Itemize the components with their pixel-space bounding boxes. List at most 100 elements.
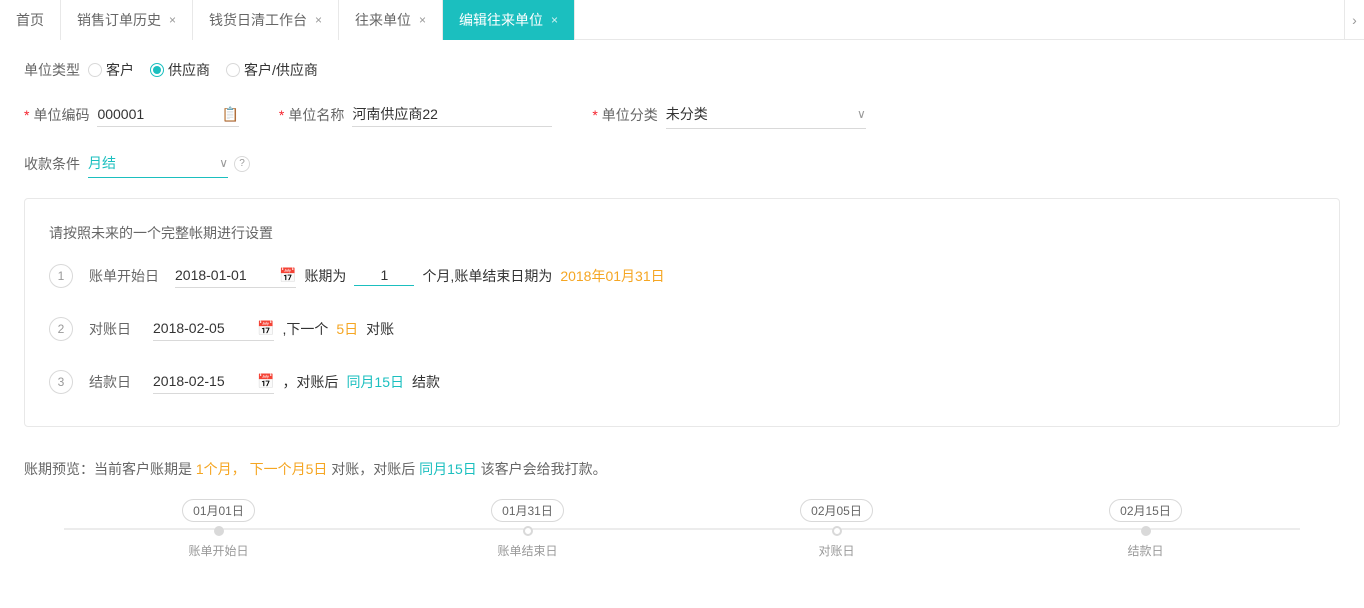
- code-item: * 单位编码 📋: [24, 102, 239, 127]
- date-input-2[interactable]: [153, 316, 253, 340]
- row-content-3: 📅 ，对账后 同月15日 结款: [153, 369, 440, 394]
- date-input-1[interactable]: [175, 263, 275, 287]
- name-input[interactable]: [352, 102, 552, 127]
- tab-partner[interactable]: 往来单位 ×: [339, 0, 443, 40]
- payment-row: 收款条件 月结 ∨ ?: [24, 149, 1340, 178]
- radio-supplier-label: 供应商: [168, 60, 210, 80]
- timeline-badge-4: 02月15日: [1109, 499, 1182, 522]
- date-input-3-wrapper: 📅: [153, 369, 274, 394]
- timeline-caption-3: 对账日: [818, 542, 854, 559]
- calendar-icon-1[interactable]: 📅: [279, 267, 296, 284]
- category-label: 单位分类: [602, 105, 658, 125]
- calendar-icon-2[interactable]: 📅: [257, 320, 274, 337]
- row-label-2: 对账日: [89, 319, 137, 339]
- preview-item3: 同月15日: [419, 461, 477, 477]
- tab-cash-work[interactable]: 钱货日清工作台 ×: [193, 0, 339, 40]
- row-2-suffix: 对账: [366, 319, 394, 339]
- unit-type-item: 单位类型 客户 供应商 客户/供应商: [24, 60, 318, 80]
- category-dropdown[interactable]: 未分类 ∨: [666, 100, 866, 129]
- unit-type-radio-group: 客户 供应商 客户/供应商: [88, 60, 318, 80]
- timeline-caption-2: 账单结束日: [497, 542, 557, 559]
- name-required: *: [279, 107, 284, 123]
- tab-partner-close[interactable]: ×: [419, 13, 426, 27]
- timeline-badge-3: 02月05日: [800, 499, 873, 522]
- row-2-prefix: ,下一个: [282, 319, 328, 339]
- tab-edit-partner-close[interactable]: ×: [551, 13, 558, 27]
- radio-both-circle: [226, 63, 240, 77]
- payment-label: 收款条件: [24, 154, 80, 174]
- date-input-2-wrapper: 📅: [153, 316, 274, 341]
- period-input[interactable]: [354, 265, 414, 286]
- tab-partner-label: 往来单位: [355, 10, 411, 30]
- preview-suffix: 该客户会给我打款。: [481, 461, 607, 477]
- tab-cash-work-close[interactable]: ×: [315, 13, 322, 27]
- tab-edit-partner[interactable]: 编辑往来单位 ×: [443, 0, 575, 40]
- unit-type-label: 单位类型: [24, 60, 80, 80]
- preview-section: 账期预览：当前客户账期是 1个月， 下一个月5日 对账，对账后 同月15日 该客…: [24, 443, 1340, 559]
- row-1-end-date: 2018年01月31日: [560, 266, 664, 286]
- name-item: * 单位名称: [279, 102, 552, 127]
- row-1-suffix-before: 账期为: [304, 266, 346, 286]
- timeline: 01月01日 账单开始日 01月31日 账单结束日 02月05日: [64, 499, 1300, 559]
- row-number-1: 1: [49, 264, 73, 288]
- timeline-dot-3: [832, 526, 842, 536]
- unit-type-row: 单位类型 客户 供应商 客户/供应商: [24, 60, 1340, 80]
- payment-select[interactable]: 月结 ∨: [88, 149, 228, 178]
- row-label-1: 账单开始日: [89, 266, 159, 286]
- radio-both[interactable]: 客户/供应商: [226, 60, 318, 80]
- code-input-wrapper: 📋: [97, 102, 238, 127]
- row-3-highlight: 同月15日: [346, 372, 404, 392]
- timeline-node-2: 01月31日 账单结束日: [373, 499, 682, 559]
- row-label-3: 结款日: [89, 372, 137, 392]
- row-1-suffix-after: 个月,账单结束日期为: [422, 266, 552, 286]
- radio-customer-circle: [88, 63, 102, 77]
- row-3-suffix: 结款: [412, 372, 440, 392]
- category-arrow-icon: ∨: [857, 107, 866, 121]
- payment-item: 收款条件 月结 ∨ ?: [24, 149, 250, 178]
- main-content: 单位类型 客户 供应商 客户/供应商 * 单位编码: [0, 40, 1364, 608]
- preview-text: 账期预览：当前客户账期是 1个月， 下一个月5日 对账，对账后 同月15日 该客…: [24, 459, 1340, 479]
- preview-item2: 下一个月5日: [250, 461, 328, 477]
- timeline-node-3: 02月05日 对账日: [682, 499, 991, 559]
- code-label: 单位编码: [33, 105, 89, 125]
- timeline-node-1: 01月01日 账单开始日: [64, 499, 373, 559]
- date-input-1-wrapper: 📅: [175, 263, 296, 288]
- tab-sales-history[interactable]: 销售订单历史 ×: [61, 0, 193, 40]
- row-content-2: 📅 ,下一个 5日 对账: [153, 316, 394, 341]
- radio-customer-label: 客户: [106, 60, 134, 80]
- date-input-3[interactable]: [153, 369, 253, 393]
- radio-supplier[interactable]: 供应商: [150, 60, 210, 80]
- preview-middle: 对账，对账后: [331, 461, 415, 477]
- tabs-bar: 首页 销售订单历史 × 钱货日清工作台 × 往来单位 × 编辑往来单位 × ›: [0, 0, 1364, 40]
- setting-row-3: 3 结款日 📅 ，对账后 同月15日 结款: [49, 369, 1315, 394]
- timeline-wrapper: 01月01日 账单开始日 01月31日 账单结束日 02月05日: [24, 499, 1340, 559]
- settings-panel: 请按照未来的一个完整帐期进行设置 1 账单开始日 📅 账期为 个月,账单结束日期…: [24, 198, 1340, 427]
- timeline-node-4: 02月15日 结款日: [991, 499, 1300, 559]
- radio-supplier-circle: [150, 63, 164, 77]
- row-3-prefix: ，对账后: [282, 372, 338, 392]
- tab-sales-history-close[interactable]: ×: [169, 13, 176, 27]
- preview-item1: 1个月，: [196, 461, 246, 477]
- timeline-caption-4: 结款日: [1127, 542, 1163, 559]
- payment-value: 月结: [88, 153, 215, 173]
- tabs-expand-button[interactable]: ›: [1344, 0, 1364, 40]
- timeline-dot-4: [1141, 526, 1151, 536]
- category-value: 未分类: [666, 104, 853, 124]
- row-2-highlight: 5日: [336, 319, 358, 339]
- radio-customer[interactable]: 客户: [88, 60, 134, 80]
- timeline-dot-2: [523, 526, 533, 536]
- tab-sales-history-label: 销售订单历史: [77, 10, 161, 30]
- category-required: *: [592, 107, 597, 123]
- code-input[interactable]: [97, 102, 217, 126]
- calendar-icon-3[interactable]: 📅: [257, 373, 274, 390]
- setting-row-2: 2 对账日 📅 ,下一个 5日 对账: [49, 316, 1315, 341]
- code-required: *: [24, 107, 29, 123]
- code-name-category-row: * 单位编码 📋 * 单位名称 * 单位分类 未分类 ∨: [24, 100, 1340, 129]
- tab-edit-partner-label: 编辑往来单位: [459, 10, 543, 30]
- timeline-dot-1: [214, 526, 224, 536]
- tab-home[interactable]: 首页: [0, 0, 61, 40]
- row-number-3: 3: [49, 370, 73, 394]
- payment-help-icon[interactable]: ?: [234, 156, 250, 172]
- code-icon[interactable]: 📋: [221, 106, 238, 123]
- setting-row-1: 1 账单开始日 📅 账期为 个月,账单结束日期为 2018年01月31日: [49, 263, 1315, 288]
